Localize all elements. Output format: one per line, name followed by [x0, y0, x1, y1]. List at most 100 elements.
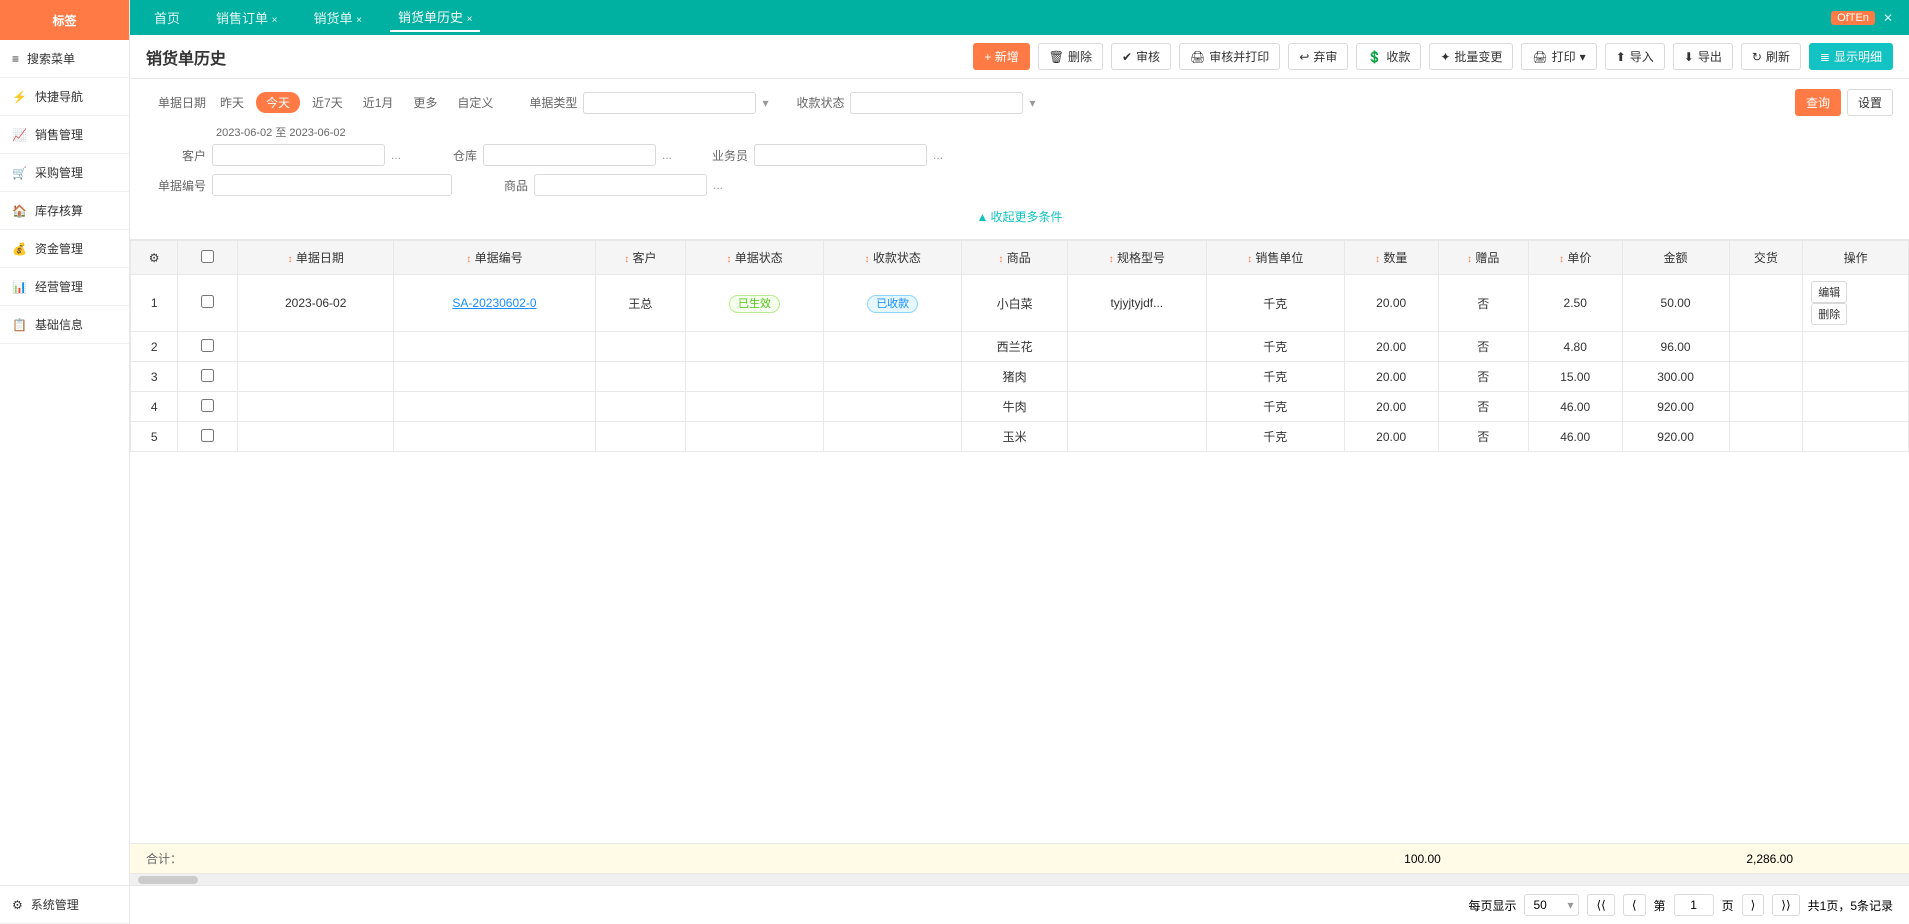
delete-button[interactable]: 🗑 删除	[1038, 43, 1103, 70]
doc-date-col-header[interactable]: ↕ 单据日期	[238, 241, 394, 275]
customer-dots-icon[interactable]: ...	[391, 148, 401, 162]
warehouse-input[interactable]	[483, 144, 656, 166]
payment-status-input[interactable]	[850, 92, 1023, 114]
doc-status-col-header[interactable]: ↕ 单据状态	[685, 241, 823, 275]
doc-no-link[interactable]: SA-20230602-0	[452, 296, 536, 310]
scrollbar-thumb[interactable]	[138, 876, 198, 884]
last7days-btn[interactable]: 近7天	[304, 92, 351, 113]
gear-col-header[interactable]: ⚙	[131, 241, 178, 275]
qty-cell: 20.00	[1344, 422, 1438, 452]
sidebar-item-inventory[interactable]: 🏠 库存核算	[0, 192, 129, 230]
import-button[interactable]: ⬆ 导入	[1605, 43, 1665, 70]
sidebar-item-finance-mgmt[interactable]: 💰 资金管理	[0, 230, 129, 268]
action-cell[interactable]: 编辑删除	[1803, 275, 1909, 332]
customer-input[interactable]	[212, 144, 385, 166]
sidebar-item-quick-nav[interactable]: ⚡ 快捷导航	[0, 78, 129, 116]
nav-sales-order[interactable]: 销售订单 ×	[208, 4, 285, 31]
action-cell[interactable]	[1803, 392, 1909, 422]
product-input[interactable]	[534, 174, 707, 196]
doc-no-col-header[interactable]: ↕ 单据编号	[394, 241, 595, 275]
gift-col-header[interactable]: ↕ 赠品	[1438, 241, 1528, 275]
nav-sales-delivery[interactable]: 销货单 ×	[305, 4, 369, 31]
table-row: 12023-06-02SA-20230602-0王总已生效已收款小白菜tyjyj…	[131, 275, 1909, 332]
last-page-button[interactable]: ⟩⟩	[1772, 894, 1799, 916]
last1month-btn[interactable]: 近1月	[355, 92, 402, 113]
sort-icon-unit: ↕	[1247, 254, 1252, 265]
action-cell[interactable]	[1803, 422, 1909, 452]
window-close-icon[interactable]: ✕	[1883, 11, 1893, 25]
sort-icon-gift: ↕	[1467, 254, 1472, 265]
qty-col-header[interactable]: ↕ 数量	[1344, 241, 1438, 275]
settings-button[interactable]: 设置	[1847, 89, 1893, 116]
salesperson-dots-icon[interactable]: ...	[933, 148, 943, 162]
export-button[interactable]: ⬇ 导出	[1673, 43, 1733, 70]
select-all-checkbox[interactable]	[201, 250, 214, 263]
product-col-header[interactable]: ↕ 商品	[962, 241, 1068, 275]
collapse-button[interactable]: ▲ 收起更多条件	[146, 204, 1893, 229]
product-cell: 猪肉	[962, 362, 1068, 392]
close-sales-delivery-icon[interactable]: ×	[356, 15, 362, 26]
per-page-select[interactable]: 10 20 50 100	[1524, 894, 1579, 916]
row-checkbox[interactable]	[178, 332, 238, 362]
sidebar-item-system-mgmt[interactable]: ⚙ 系统管理	[0, 885, 129, 924]
row-select-checkbox[interactable]	[201, 369, 214, 382]
sidebar-item-operation-mgmt[interactable]: 📊 经营管理	[0, 268, 129, 306]
sidebar-item-sales-mgmt[interactable]: 📈 销售管理	[0, 116, 129, 154]
first-page-button[interactable]: ⟨⟨	[1587, 894, 1614, 916]
add-button[interactable]: + 新增	[973, 43, 1029, 70]
app-logo: 标签	[0, 0, 129, 40]
show-detail-button[interactable]: ≣ 显示明细	[1809, 43, 1893, 70]
batch-change-button[interactable]: ✦ 批量变更	[1429, 43, 1513, 70]
checkbox-col-header[interactable]	[178, 241, 238, 275]
prev-page-button[interactable]: ⟨	[1623, 894, 1646, 916]
horizontal-scrollbar[interactable]	[130, 873, 1909, 885]
payment-status-dropdown-icon[interactable]: ▾	[1029, 96, 1035, 110]
yesterday-btn[interactable]: 昨天	[212, 92, 252, 113]
custom-date-btn[interactable]: 自定义	[449, 92, 501, 113]
more-date-btn[interactable]: 更多	[405, 92, 445, 113]
row-checkbox[interactable]	[178, 275, 238, 332]
refresh-button[interactable]: ↻ 刷新	[1741, 43, 1801, 70]
transaction-cell	[1729, 422, 1803, 452]
row-select-checkbox[interactable]	[201, 399, 214, 412]
unit-price-col-header[interactable]: ↕ 单价	[1528, 241, 1622, 275]
close-sales-history-icon[interactable]: ×	[467, 14, 473, 25]
sales-unit-col-header[interactable]: ↕ 销售单位	[1206, 241, 1344, 275]
delete-action-button[interactable]: 删除	[1811, 303, 1847, 325]
page-number-input[interactable]	[1674, 894, 1714, 916]
row-select-checkbox[interactable]	[201, 339, 214, 352]
action-cell[interactable]	[1803, 362, 1909, 392]
spec-col-header[interactable]: ↕ 规格型号	[1067, 241, 1206, 275]
customer-col-header[interactable]: ↕ 客户	[595, 241, 685, 275]
sidebar-item-basic-info[interactable]: 📋 基础信息	[0, 306, 129, 344]
collect-button[interactable]: 💲 收款	[1356, 43, 1421, 70]
next-page-button[interactable]: ⟩	[1742, 894, 1765, 916]
row-select-checkbox[interactable]	[201, 429, 214, 442]
doc-no-cell[interactable]: SA-20230602-0	[394, 275, 595, 332]
sidebar-item-search-menu[interactable]: ≡ 搜索菜单	[0, 40, 129, 78]
today-btn[interactable]: 今天	[256, 92, 300, 113]
edit-action-button[interactable]: 编辑	[1811, 281, 1847, 303]
nav-sales-history[interactable]: 销货单历史 ×	[390, 3, 480, 32]
row-checkbox[interactable]	[178, 362, 238, 392]
warehouse-dots-icon[interactable]: ...	[662, 148, 672, 162]
doc-no-input[interactable]	[212, 174, 452, 196]
sidebar-item-purchase-mgmt[interactable]: 🛒 采购管理	[0, 154, 129, 192]
doc-type-input[interactable]	[583, 92, 756, 114]
query-button[interactable]: 查询	[1795, 89, 1841, 116]
product-dots-icon[interactable]: ...	[713, 178, 723, 192]
audit-print-button[interactable]: 🖨 审核并打印	[1179, 43, 1280, 70]
per-page-select-wrapper[interactable]: 10 20 50 100 ▾	[1524, 894, 1579, 916]
nav-home[interactable]: 首页	[146, 4, 188, 31]
discard-button[interactable]: ↩ 弃审	[1288, 43, 1348, 70]
payment-status-col-header[interactable]: ↕ 收款状态	[824, 241, 962, 275]
close-sales-order-icon[interactable]: ×	[272, 15, 278, 26]
row-select-checkbox[interactable]	[201, 295, 214, 308]
print-button[interactable]: 🖨 打印 ▾	[1521, 43, 1596, 70]
audit-button[interactable]: ✔ 审核	[1111, 43, 1171, 70]
doc-type-dropdown-icon[interactable]: ▾	[762, 96, 768, 110]
salesperson-input[interactable]	[754, 144, 927, 166]
row-checkbox[interactable]	[178, 392, 238, 422]
row-checkbox[interactable]	[178, 422, 238, 452]
action-cell[interactable]	[1803, 332, 1909, 362]
